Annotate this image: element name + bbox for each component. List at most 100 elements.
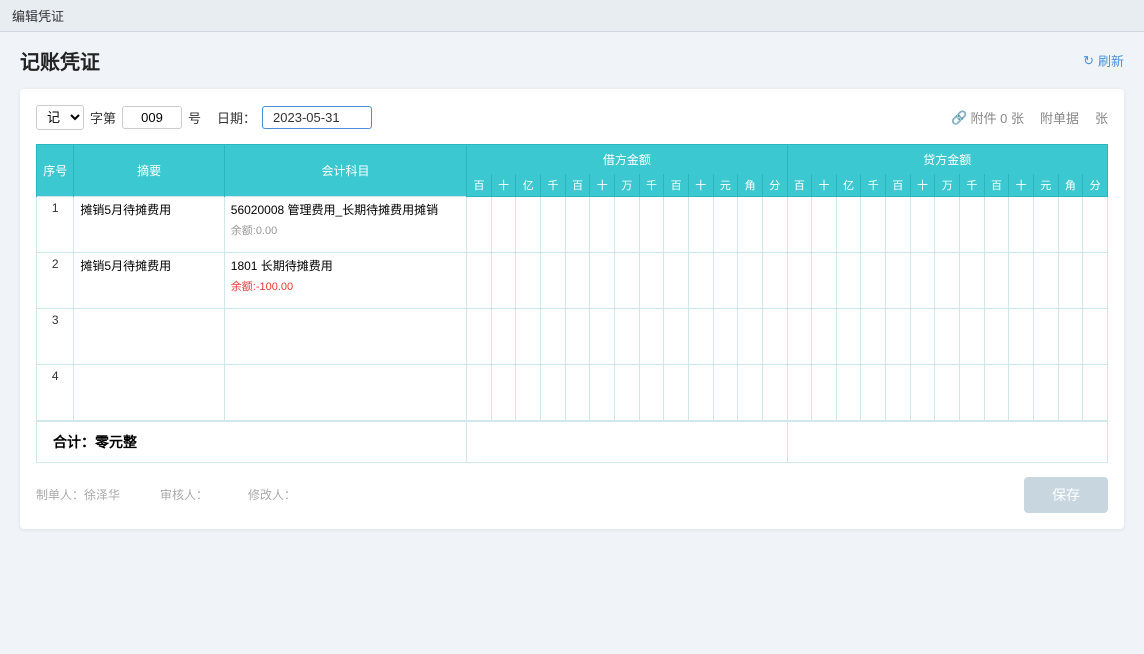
row-account-0[interactable]: 56020008 管理费用_长期待摊费用摊销余额:0.00 bbox=[224, 197, 466, 253]
row-credit-2-9[interactable] bbox=[1009, 309, 1034, 365]
row-credit-3-10[interactable] bbox=[1033, 365, 1058, 421]
row-credit-2-8[interactable] bbox=[984, 309, 1009, 365]
row-debit-0-12[interactable] bbox=[762, 197, 787, 253]
row-credit-1-12[interactable] bbox=[1083, 253, 1108, 309]
row-debit-3-4[interactable] bbox=[565, 365, 590, 421]
row-credit-0-7[interactable] bbox=[960, 197, 985, 253]
number-input[interactable] bbox=[122, 106, 182, 129]
row-debit-2-5[interactable] bbox=[590, 309, 615, 365]
row-debit-3-7[interactable] bbox=[639, 365, 664, 421]
row-debit-0-5[interactable] bbox=[590, 197, 615, 253]
row-credit-3-4[interactable] bbox=[886, 365, 911, 421]
row-debit-2-6[interactable] bbox=[615, 309, 640, 365]
row-credit-1-11[interactable] bbox=[1058, 253, 1083, 309]
row-credit-3-12[interactable] bbox=[1083, 365, 1108, 421]
row-debit-1-3[interactable] bbox=[541, 253, 566, 309]
row-debit-3-6[interactable] bbox=[615, 365, 640, 421]
row-credit-3-8[interactable] bbox=[984, 365, 1009, 421]
row-credit-2-12[interactable] bbox=[1083, 309, 1108, 365]
attachment-link[interactable]: 🔗 附件 0 张 bbox=[951, 108, 1024, 127]
row-credit-0-1[interactable] bbox=[812, 197, 837, 253]
row-credit-3-0[interactable] bbox=[787, 365, 812, 421]
row-debit-3-9[interactable] bbox=[688, 365, 713, 421]
row-credit-1-3[interactable] bbox=[861, 253, 886, 309]
row-debit-1-11[interactable] bbox=[738, 253, 763, 309]
row-credit-1-10[interactable] bbox=[1033, 253, 1058, 309]
row-credit-1-1[interactable] bbox=[812, 253, 837, 309]
row-credit-2-3[interactable] bbox=[861, 309, 886, 365]
row-debit-3-5[interactable] bbox=[590, 365, 615, 421]
row-credit-1-8[interactable] bbox=[984, 253, 1009, 309]
row-credit-0-0[interactable] bbox=[787, 197, 812, 253]
row-debit-1-9[interactable] bbox=[688, 253, 713, 309]
row-summary-2[interactable] bbox=[74, 309, 224, 365]
row-credit-2-6[interactable] bbox=[935, 309, 960, 365]
row-credit-3-3[interactable] bbox=[861, 365, 886, 421]
row-credit-2-4[interactable] bbox=[886, 309, 911, 365]
row-credit-2-11[interactable] bbox=[1058, 309, 1083, 365]
refresh-button[interactable]: ↻ 刷新 bbox=[1083, 51, 1124, 70]
row-debit-3-12[interactable] bbox=[762, 365, 787, 421]
row-debit-2-11[interactable] bbox=[738, 309, 763, 365]
row-debit-2-0[interactable] bbox=[467, 309, 492, 365]
row-debit-3-1[interactable] bbox=[491, 365, 516, 421]
type-select[interactable]: 记 bbox=[36, 105, 84, 130]
row-debit-3-8[interactable] bbox=[664, 365, 689, 421]
row-debit-3-0[interactable] bbox=[467, 365, 492, 421]
row-credit-3-1[interactable] bbox=[812, 365, 837, 421]
row-credit-2-10[interactable] bbox=[1033, 309, 1058, 365]
row-debit-0-11[interactable] bbox=[738, 197, 763, 253]
row-credit-3-9[interactable] bbox=[1009, 365, 1034, 421]
row-credit-1-4[interactable] bbox=[886, 253, 911, 309]
row-debit-2-1[interactable] bbox=[491, 309, 516, 365]
row-account-1[interactable]: 1801 长期待摊费用余额:-100.00 bbox=[224, 253, 466, 309]
date-input[interactable] bbox=[262, 106, 372, 129]
row-debit-2-8[interactable] bbox=[664, 309, 689, 365]
row-debit-2-7[interactable] bbox=[639, 309, 664, 365]
row-summary-0[interactable]: 摊销5月待摊费用 bbox=[74, 197, 224, 253]
row-debit-3-3[interactable] bbox=[541, 365, 566, 421]
row-debit-3-2[interactable] bbox=[516, 365, 541, 421]
row-debit-0-9[interactable] bbox=[688, 197, 713, 253]
row-debit-1-2[interactable] bbox=[516, 253, 541, 309]
single-voucher-label[interactable]: 附单据 bbox=[1040, 108, 1079, 127]
row-debit-0-8[interactable] bbox=[664, 197, 689, 253]
row-credit-0-2[interactable] bbox=[836, 197, 861, 253]
row-debit-3-11[interactable] bbox=[738, 365, 763, 421]
row-credit-0-10[interactable] bbox=[1033, 197, 1058, 253]
row-debit-0-7[interactable] bbox=[639, 197, 664, 253]
row-debit-2-12[interactable] bbox=[762, 309, 787, 365]
row-credit-0-6[interactable] bbox=[935, 197, 960, 253]
row-credit-3-5[interactable] bbox=[910, 365, 935, 421]
row-credit-3-2[interactable] bbox=[836, 365, 861, 421]
row-credit-1-5[interactable] bbox=[910, 253, 935, 309]
save-button[interactable]: 保存 bbox=[1024, 477, 1108, 513]
row-debit-0-6[interactable] bbox=[615, 197, 640, 253]
row-debit-0-1[interactable] bbox=[491, 197, 516, 253]
row-debit-3-10[interactable] bbox=[713, 365, 738, 421]
row-credit-0-5[interactable] bbox=[910, 197, 935, 253]
row-debit-1-8[interactable] bbox=[664, 253, 689, 309]
row-credit-1-6[interactable] bbox=[935, 253, 960, 309]
row-debit-1-7[interactable] bbox=[639, 253, 664, 309]
row-credit-2-2[interactable] bbox=[836, 309, 861, 365]
row-debit-1-12[interactable] bbox=[762, 253, 787, 309]
row-credit-0-12[interactable] bbox=[1083, 197, 1108, 253]
row-debit-2-3[interactable] bbox=[541, 309, 566, 365]
row-credit-2-0[interactable] bbox=[787, 309, 812, 365]
row-debit-0-0[interactable] bbox=[467, 197, 492, 253]
row-debit-0-10[interactable] bbox=[713, 197, 738, 253]
row-account-2[interactable] bbox=[224, 309, 466, 365]
row-credit-0-8[interactable] bbox=[984, 197, 1009, 253]
row-credit-3-7[interactable] bbox=[960, 365, 985, 421]
row-credit-0-9[interactable] bbox=[1009, 197, 1034, 253]
row-credit-0-11[interactable] bbox=[1058, 197, 1083, 253]
row-credit-3-11[interactable] bbox=[1058, 365, 1083, 421]
row-credit-1-7[interactable] bbox=[960, 253, 985, 309]
row-debit-2-4[interactable] bbox=[565, 309, 590, 365]
row-credit-1-0[interactable] bbox=[787, 253, 812, 309]
row-credit-2-7[interactable] bbox=[960, 309, 985, 365]
row-summary-3[interactable] bbox=[74, 365, 224, 421]
row-debit-1-1[interactable] bbox=[491, 253, 516, 309]
row-credit-2-5[interactable] bbox=[910, 309, 935, 365]
